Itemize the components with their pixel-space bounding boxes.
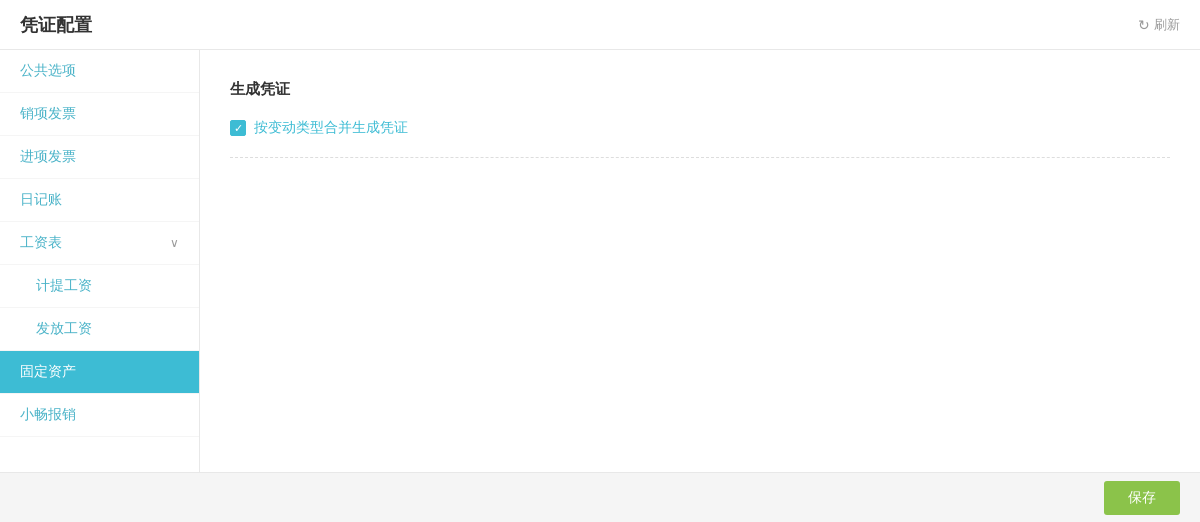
sidebar-item-expense-report[interactable]: 小畅报销 <box>0 394 199 437</box>
sidebar-item-label: 固定资产 <box>20 363 76 381</box>
merge-by-type-checkbox[interactable]: ✓ <box>230 120 246 136</box>
page-header: 凭证配置 ↻ 刷新 <box>0 0 1200 50</box>
sidebar: 公共选项销项发票进项发票日记账工资表 ∨ 计提工资发放工资固定资产小畅报销 <box>0 50 200 472</box>
section-title: 生成凭证 <box>230 80 1170 99</box>
sidebar-item-label: 公共选项 <box>20 62 76 80</box>
main-content: 生成凭证 ✓ 按变动类型合并生成凭证 <box>200 50 1200 472</box>
sidebar-item-payroll-table[interactable]: 工资表 ∨ <box>0 222 199 265</box>
refresh-icon: ↻ <box>1138 17 1150 33</box>
sidebar-item-journal[interactable]: 日记账 <box>0 179 199 222</box>
sidebar-item-payroll-pay[interactable]: 发放工资 <box>0 308 199 351</box>
sidebar-item-label: 日记账 <box>20 191 62 209</box>
sidebar-item-label: 工资表 <box>20 234 62 252</box>
save-button[interactable]: 保存 <box>1104 481 1180 515</box>
page-footer: 保存 <box>0 472 1200 522</box>
sidebar-item-label: 计提工资 <box>36 277 92 295</box>
sidebar-item-sales-invoice[interactable]: 销项发票 <box>0 93 199 136</box>
sidebar-item-fixed-assets[interactable]: 固定资产 <box>0 351 199 394</box>
option-label: 按变动类型合并生成凭证 <box>254 119 408 137</box>
refresh-button[interactable]: ↻ 刷新 <box>1138 16 1180 34</box>
sidebar-item-public-options[interactable]: 公共选项 <box>0 50 199 93</box>
refresh-label: 刷新 <box>1154 16 1180 34</box>
sidebar-item-label: 小畅报销 <box>20 406 76 424</box>
sidebar-item-payroll-calc[interactable]: 计提工资 <box>0 265 199 308</box>
sidebar-item-label: 发放工资 <box>36 320 92 338</box>
section-divider <box>230 157 1170 158</box>
option-row: ✓ 按变动类型合并生成凭证 <box>230 119 1170 137</box>
body-layout: 公共选项销项发票进项发票日记账工资表 ∨ 计提工资发放工资固定资产小畅报销 生成凭证… <box>0 50 1200 472</box>
sidebar-item-label: 销项发票 <box>20 105 76 123</box>
sidebar-item-purchase-invoice[interactable]: 进项发票 <box>0 136 199 179</box>
sidebar-item-label: 进项发票 <box>20 148 76 166</box>
page-title: 凭证配置 <box>20 13 92 37</box>
check-mark-icon: ✓ <box>234 123 243 134</box>
chevron-down-icon: ∨ <box>170 236 179 250</box>
